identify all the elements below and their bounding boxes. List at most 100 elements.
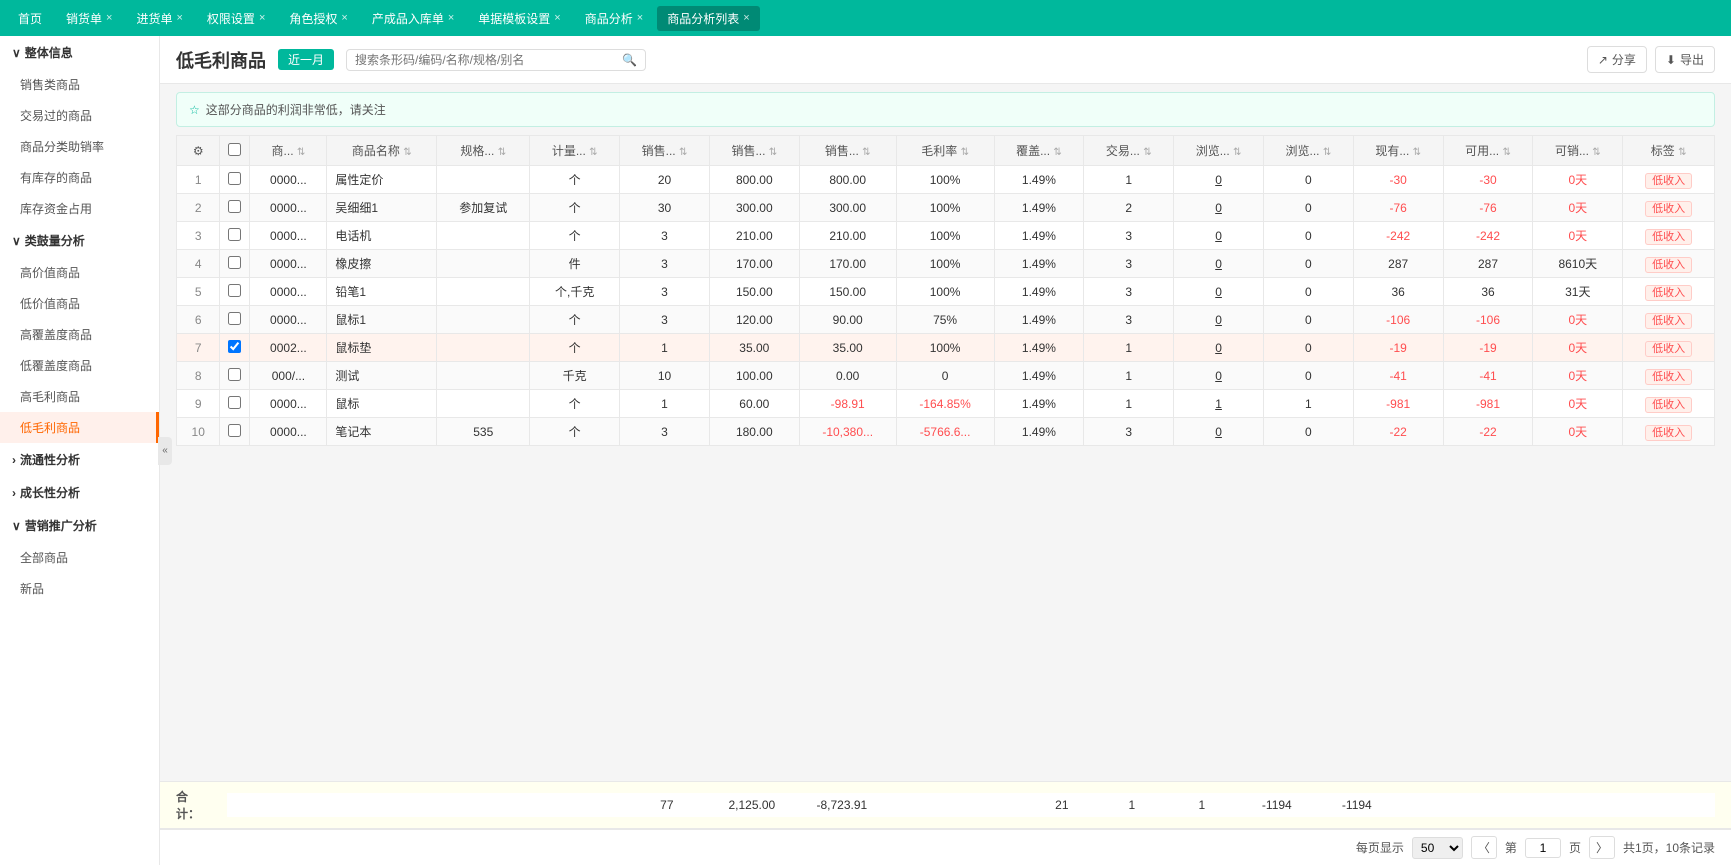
nav-close-permissions[interactable]: × [259,12,265,24]
cell-tag: 低收入 [1623,334,1715,362]
sidebar-group-drum-analysis[interactable]: ∨ 类鼓量分析 [0,224,159,257]
nav-permissions[interactable]: 权限设置 × [197,6,275,31]
next-page-button[interactable]: 〉 [1589,836,1615,859]
export-button[interactable]: ⬇ 导出 [1655,46,1715,73]
col-views2[interactable]: 浏览... ⇅ [1263,136,1353,166]
row-checkbox[interactable] [228,172,241,185]
row-checkbox[interactable] [228,200,241,213]
cell-views1[interactable]: 0 [1174,418,1264,446]
col-coverage[interactable]: 覆盖... ⇅ [994,136,1084,166]
cell-available-stock: -22 [1443,418,1533,446]
cell-views1[interactable]: 1 [1174,390,1264,418]
select-all-checkbox[interactable] [228,143,241,156]
page-size-select[interactable]: 50 20 100 [1412,837,1463,859]
col-transactions[interactable]: 交易... ⇅ [1084,136,1174,166]
nav-close-purchase[interactable]: × [176,12,182,24]
col-sales-amount[interactable]: 销售... ⇅ [709,136,799,166]
cell-checkbox[interactable] [220,194,250,222]
col-sales-profit[interactable]: 销售... ⇅ [799,136,896,166]
nav-close-product-entry[interactable]: × [448,12,454,24]
sidebar-item-in-stock[interactable]: 有库存的商品 [0,162,159,193]
sidebar-collapse-button[interactable]: « [158,437,172,465]
row-checkbox[interactable] [228,256,241,269]
col-current-stock[interactable]: 现有... ⇅ [1353,136,1443,166]
row-checkbox[interactable] [228,312,241,325]
cell-checkbox[interactable] [220,222,250,250]
sidebar-item-sales-goods[interactable]: 销售类商品 [0,69,159,100]
nav-product-entry[interactable]: 产成品入库单 × [362,6,464,31]
time-filter-button[interactable]: 近一月 [278,49,334,70]
row-checkbox[interactable] [228,284,241,297]
sidebar-item-high-coverage[interactable]: 高覆盖度商品 [0,319,159,350]
cell-views1[interactable]: 0 [1174,194,1264,222]
cell-checkbox[interactable] [220,250,250,278]
nav-roles[interactable]: 角色授权 × [279,6,357,31]
nav-product-analysis-list[interactable]: 商品分析列表 × [657,6,759,31]
sidebar-group-overall[interactable]: ∨ 整体信息 [0,36,159,69]
col-sales-qty[interactable]: 销售... ⇅ [620,136,710,166]
col-views1[interactable]: 浏览... ⇅ [1174,136,1264,166]
col-name[interactable]: 商品名称 ⇅ [327,136,437,166]
cell-checkbox[interactable] [220,390,250,418]
row-checkbox[interactable] [228,396,241,409]
page-input[interactable] [1525,838,1561,858]
cell-views1[interactable]: 0 [1174,306,1264,334]
col-spec[interactable]: 规格... ⇅ [437,136,530,166]
nav-home[interactable]: 首页 [8,6,52,31]
sidebar-group-flow[interactable]: › 流通性分析 [0,443,159,476]
nav-sales[interactable]: 销货单 × [56,6,122,31]
sidebar-item-capital[interactable]: 库存资金占用 [0,193,159,224]
search-input[interactable] [355,53,622,67]
sidebar-item-low-value[interactable]: 低价值商品 [0,288,159,319]
col-unit[interactable]: 计量... ⇅ [530,136,620,166]
row-checkbox[interactable] [228,340,241,353]
col-gross-margin[interactable]: 毛利率 ⇅ [896,136,994,166]
col-salable-days[interactable]: 可销... ⇅ [1533,136,1623,166]
row-checkbox[interactable] [228,368,241,381]
nav-product-analysis[interactable]: 商品分析 × [575,6,653,31]
sidebar-group-marketing[interactable]: ∨ 营销推广分析 [0,509,159,542]
share-button[interactable]: ↗ 分享 [1587,46,1647,73]
nav-close-product-analysis[interactable]: × [637,12,643,24]
col-available-stock[interactable]: 可用... ⇅ [1443,136,1533,166]
cell-checkbox[interactable] [220,166,250,194]
sidebar-item-low-coverage[interactable]: 低覆盖度商品 [0,350,159,381]
sidebar-item-traded-goods[interactable]: 交易过的商品 [0,100,159,131]
cell-checkbox[interactable] [220,306,250,334]
nav-close-product-analysis-list[interactable]: × [743,12,749,24]
cell-checkbox[interactable] [220,418,250,446]
cell-views1[interactable]: 0 [1174,250,1264,278]
cell-views1[interactable]: 0 [1174,222,1264,250]
cell-views1[interactable]: 0 [1174,362,1264,390]
cell-views1[interactable]: 0 [1174,334,1264,362]
cell-spec: 535 [437,418,530,446]
cell-sales-amount: 35.00 [709,334,799,362]
prev-page-button[interactable]: 〈 [1471,836,1497,859]
col-settings[interactable]: ⚙ [177,136,220,166]
sidebar-group-growth[interactable]: › 成长性分析 [0,476,159,509]
nav-template[interactable]: 单据模板设置 × [468,6,570,31]
cell-views1[interactable]: 0 [1174,278,1264,306]
cell-checkbox[interactable] [220,334,250,362]
search-icon[interactable]: 🔍 [622,53,637,67]
cell-views1[interactable]: 0 [1174,166,1264,194]
col-checkbox[interactable] [220,136,250,166]
sidebar-item-high-margin[interactable]: 高毛利商品 [0,381,159,412]
cell-sales-profit: 90.00 [799,306,896,334]
sidebar-item-low-margin[interactable]: 低毛利商品 [0,412,159,443]
table-row: 9 0000... 鼠标 个 1 60.00 -98.91 -164.85% 1… [177,390,1715,418]
col-tag[interactable]: 标签 ⇅ [1623,136,1715,166]
sidebar-item-all-goods[interactable]: 全部商品 [0,542,159,573]
nav-close-roles[interactable]: × [341,12,347,24]
nav-close-template[interactable]: × [554,12,560,24]
sidebar-item-new-goods[interactable]: 新品 [0,573,159,604]
row-checkbox[interactable] [228,228,241,241]
col-code[interactable]: 商... ⇅ [250,136,327,166]
sidebar-item-category-rate[interactable]: 商品分类助销率 [0,131,159,162]
nav-close-sales[interactable]: × [106,12,112,24]
cell-checkbox[interactable] [220,362,250,390]
sidebar-item-high-value[interactable]: 高价值商品 [0,257,159,288]
nav-purchase[interactable]: 进货单 × [126,6,192,31]
row-checkbox[interactable] [228,424,241,437]
cell-checkbox[interactable] [220,278,250,306]
